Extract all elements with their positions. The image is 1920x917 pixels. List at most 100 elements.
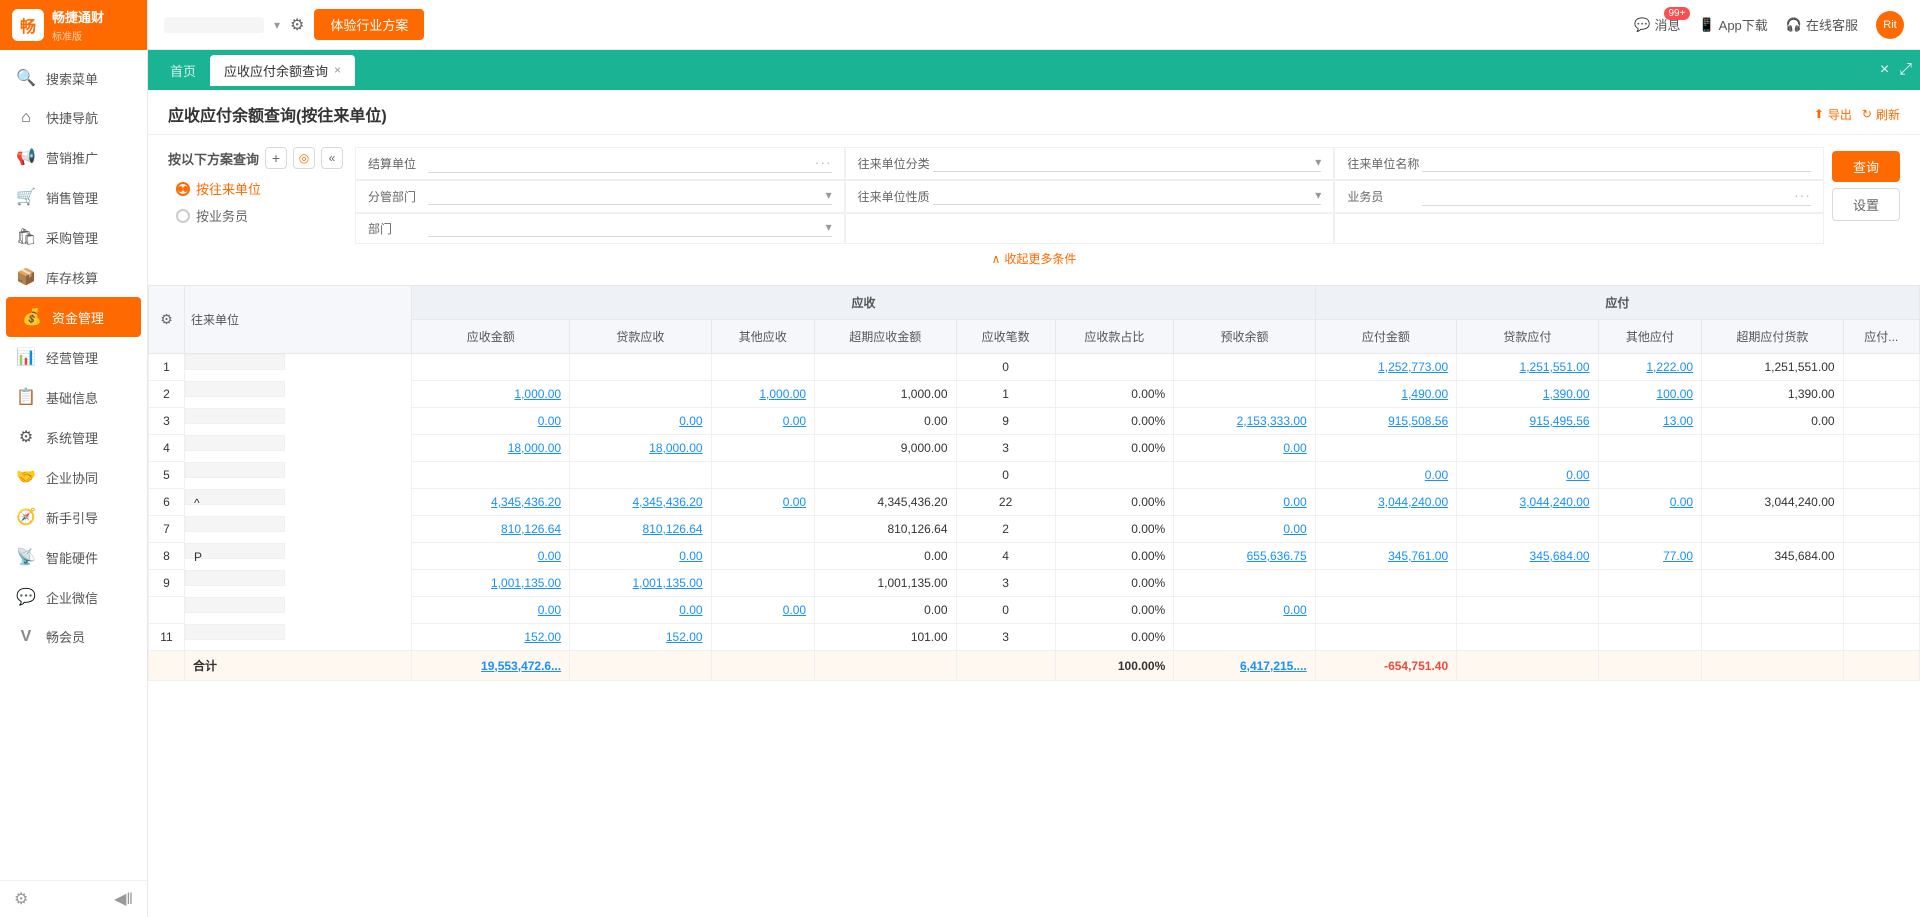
footer-ar-prepay-total[interactable]: 6,417,215.... <box>1174 651 1315 681</box>
cell-ap-loan[interactable] <box>1457 597 1598 624</box>
cell-ap-other[interactable]: 77.00 <box>1598 543 1702 570</box>
settings-footer-icon[interactable]: ⚙ <box>14 889 28 909</box>
cell-ar-prepay[interactable] <box>1174 381 1315 408</box>
cell-ar-other[interactable] <box>711 543 815 570</box>
cell-ar-other[interactable] <box>711 516 815 543</box>
cell-ap-amount[interactable] <box>1315 624 1456 651</box>
cell-ar-amount[interactable]: 0.00 <box>412 408 570 435</box>
tab-home[interactable]: 首页 <box>156 55 210 86</box>
cell-ar-amount[interactable]: 1,000.00 <box>412 381 570 408</box>
cell-ap-amount[interactable] <box>1315 435 1456 462</box>
company-dropdown-icon[interactable]: ▾ <box>274 18 280 32</box>
cell-ap-amount[interactable] <box>1315 597 1456 624</box>
tab-expand-icon[interactable]: ⤢ <box>1899 61 1912 79</box>
cell-ar-prepay[interactable] <box>1174 354 1315 381</box>
cell-ap-other[interactable] <box>1598 624 1702 651</box>
sidebar-item-vip[interactable]: V 畅会员 <box>0 617 147 656</box>
settlement-dots-icon[interactable]: ··· <box>815 154 832 170</box>
tab-ar-query[interactable]: 应收应付余额查询 × <box>210 55 355 86</box>
solution-button[interactable]: 体验行业方案 <box>314 9 424 40</box>
cell-ar-prepay[interactable] <box>1174 624 1315 651</box>
cell-ap-other[interactable] <box>1598 435 1702 462</box>
cell-ap-loan[interactable]: 345,684.00 <box>1457 543 1598 570</box>
tab-close-icon[interactable]: × <box>334 63 341 77</box>
salesperson-input[interactable] <box>1422 188 1794 202</box>
table-gear-icon[interactable]: ⚙ <box>160 311 173 327</box>
footer-ar-total[interactable]: 19,553,472.6... <box>412 651 570 681</box>
cell-ar-loan[interactable]: 18,000.00 <box>570 435 711 462</box>
add-scheme-icon[interactable]: + <box>265 147 287 169</box>
department-arrow[interactable]: ▾ <box>826 220 832 234</box>
tab-close-btn[interactable]: × <box>1880 61 1889 79</box>
sidebar-item-system[interactable]: ⚙ 系统管理 <box>0 417 147 457</box>
sidebar-item-purchase[interactable]: 🛍 采购管理 <box>0 217 147 257</box>
cell-ap-other[interactable]: 0.00 <box>1598 489 1702 516</box>
cell-ap-loan[interactable] <box>1457 624 1598 651</box>
partner-category-arrow[interactable]: ▾ <box>1315 155 1321 169</box>
cell-ar-other[interactable] <box>711 354 815 381</box>
cell-ar-amount[interactable]: 1,001,135.00 <box>412 570 570 597</box>
sidebar-item-quick-nav[interactable]: ⌂ 快捷导航 <box>0 98 147 137</box>
cell-ar-loan[interactable]: 0.00 <box>570 597 711 624</box>
export-button[interactable]: ⬆ 导出 <box>1814 106 1852 123</box>
query-button[interactable]: 查询 <box>1832 151 1900 182</box>
cell-ap-loan[interactable] <box>1457 516 1598 543</box>
cell-ap-loan[interactable]: 915,495.56 <box>1457 408 1598 435</box>
cell-ap-other[interactable]: 13.00 <box>1598 408 1702 435</box>
sidebar-item-marketing[interactable]: 📢 营销推广 <box>0 137 147 177</box>
cell-ar-amount[interactable]: 0.00 <box>412 543 570 570</box>
collapse-scheme-icon[interactable]: « <box>321 147 343 169</box>
cell-ar-other[interactable]: 0.00 <box>711 597 815 624</box>
cell-ap-other[interactable] <box>1598 462 1702 489</box>
cell-ar-prepay[interactable]: 655,636.75 <box>1174 543 1315 570</box>
cell-ar-prepay[interactable]: 0.00 <box>1174 516 1315 543</box>
cell-ar-amount[interactable]: 810,126.64 <box>412 516 570 543</box>
cell-ar-other[interactable]: 0.00 <box>711 489 815 516</box>
cell-ap-loan[interactable]: 3,044,240.00 <box>1457 489 1598 516</box>
cell-ar-loan[interactable]: 0.00 <box>570 543 711 570</box>
cell-ar-amount[interactable]: 4,345,436.20 <box>412 489 570 516</box>
cell-ar-loan[interactable]: 4,345,436.20 <box>570 489 711 516</box>
cell-ap-other[interactable]: 100.00 <box>1598 381 1702 408</box>
target-scheme-icon[interactable]: ◎ <box>293 147 315 169</box>
cell-ar-loan[interactable]: 152.00 <box>570 624 711 651</box>
cell-ap-amount[interactable]: 915,508.56 <box>1315 408 1456 435</box>
partner-category-input[interactable] <box>933 155 1316 169</box>
message-button[interactable]: 💬 消息 99+ <box>1634 15 1680 34</box>
cell-ar-amount[interactable] <box>412 354 570 381</box>
cell-ar-prepay[interactable] <box>1174 570 1315 597</box>
refresh-button[interactable]: ↻ 刷新 <box>1862 106 1900 123</box>
cell-ap-loan[interactable]: 1,251,551.00 <box>1457 354 1598 381</box>
collapse-sidebar-icon[interactable]: ◀‖ <box>114 889 133 909</box>
user-avatar-area[interactable]: Rit <box>1876 11 1904 39</box>
partner-name-input[interactable] <box>1422 155 1811 169</box>
cell-ar-prepay[interactable]: 0.00 <box>1174 435 1315 462</box>
sidebar-item-capital[interactable]: 💰 资金管理 <box>6 297 141 337</box>
cell-ar-prepay[interactable]: 0.00 <box>1174 597 1315 624</box>
scheme-option-salesperson[interactable]: 按业务员 <box>168 202 343 229</box>
cell-ar-prepay[interactable]: 2,153,333.00 <box>1174 408 1315 435</box>
partner-nature-input[interactable] <box>933 188 1316 202</box>
cell-ar-other[interactable]: 0.00 <box>711 408 815 435</box>
cell-ar-loan[interactable]: 810,126.64 <box>570 516 711 543</box>
cell-ar-amount[interactable] <box>412 462 570 489</box>
cell-ap-other[interactable] <box>1598 570 1702 597</box>
dept-manager-input[interactable] <box>428 188 826 202</box>
cell-ap-loan[interactable]: 1,390.00 <box>1457 381 1598 408</box>
sidebar-item-search-menu[interactable]: 🔍 搜索菜单 <box>0 58 147 98</box>
scheme-option-partner[interactable]: 按往来单位 <box>168 175 343 202</box>
cell-ar-loan[interactable]: 1,001,135.00 <box>570 570 711 597</box>
cell-ap-amount[interactable]: 3,044,240.00 <box>1315 489 1456 516</box>
cell-ar-amount[interactable]: 152.00 <box>412 624 570 651</box>
sidebar-item-enterprise[interactable]: 🤝 企业协同 <box>0 457 147 497</box>
cell-ap-loan[interactable] <box>1457 435 1598 462</box>
cell-ar-prepay[interactable]: 0.00 <box>1174 489 1315 516</box>
sidebar-item-hardware[interactable]: 📡 智能硬件 <box>0 537 147 577</box>
cell-ar-amount[interactable]: 18,000.00 <box>412 435 570 462</box>
online-service-button[interactable]: 🎧 在线客服 <box>1786 15 1858 34</box>
sidebar-item-sales[interactable]: 🛒 销售管理 <box>0 177 147 217</box>
cell-ap-other[interactable] <box>1598 597 1702 624</box>
partner-nature-arrow[interactable]: ▾ <box>1315 188 1321 202</box>
settings-button[interactable]: 设置 <box>1832 188 1900 221</box>
app-download-button[interactable]: 📱 App下载 <box>1698 15 1767 34</box>
